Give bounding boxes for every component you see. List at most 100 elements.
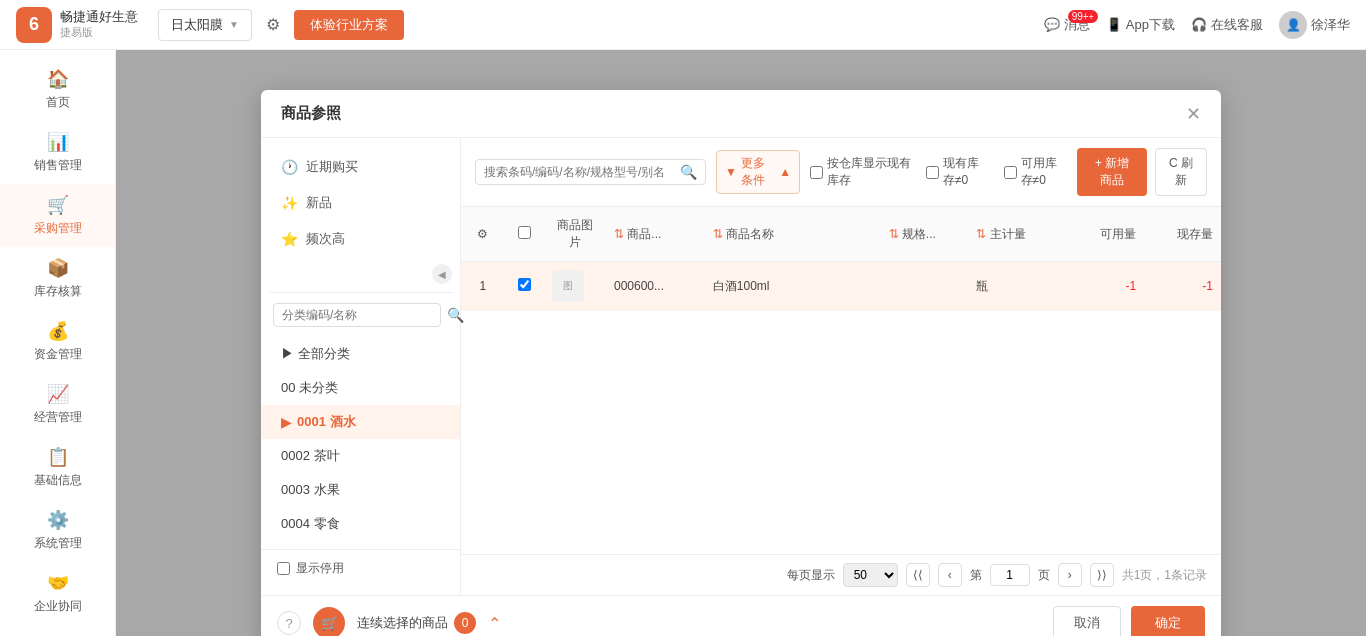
checkbox-warehouse-text: 按仓库显示现有库存	[827, 155, 912, 189]
category-item-0004[interactable]: 0004 零食	[261, 507, 460, 541]
modal-right-panel: 🔍 ▼ 更多条件 ▲ 按仓库显示现有库存	[461, 138, 1221, 595]
logo-edition: 捷易版	[60, 25, 138, 40]
col-code-header[interactable]: ⇅ 商品...	[606, 207, 705, 262]
sidebar-item-basic-info[interactable]: 📋 基础信息	[0, 436, 115, 499]
page-size-select[interactable]: 50 10 20 100	[843, 563, 898, 587]
checkbox-warehouse[interactable]	[810, 166, 823, 179]
col-stock-header[interactable]: 现存量	[1144, 207, 1221, 262]
headset-icon: 🎧	[1191, 17, 1207, 32]
row-checkbox-cell[interactable]	[505, 262, 545, 311]
more-filters-button[interactable]: ▼ 更多条件 ▲	[716, 150, 800, 194]
category-item-00[interactable]: 00 未分类	[261, 371, 460, 405]
page-prev-button[interactable]: ‹	[938, 563, 962, 587]
app-download-item[interactable]: 📱 App下载	[1106, 16, 1175, 34]
tab-recent-purchase[interactable]: 🕐 近期购买	[269, 150, 452, 184]
collapse-left-button[interactable]: ◀	[432, 264, 452, 284]
sidebar-item-inventory[interactable]: 📦 库存核算	[0, 247, 115, 310]
finance-icon: 💰	[47, 320, 69, 342]
page-next-button[interactable]: ›	[1058, 563, 1082, 587]
col-unit-label: 主计量	[990, 227, 1026, 241]
show-disabled-row: 显示停用	[261, 549, 460, 587]
system-icon: ⚙️	[47, 509, 69, 531]
page-size-label: 每页显示	[787, 567, 835, 584]
sidebar-item-procurement[interactable]: 🛒 采购管理	[0, 184, 115, 247]
category-search-input[interactable]	[273, 303, 441, 327]
user-profile-item[interactable]: 👤 徐泽华	[1279, 11, 1350, 39]
refresh-button[interactable]: C 刷新	[1155, 148, 1207, 196]
add-product-label: + 新增商品	[1091, 155, 1133, 189]
product-search-input[interactable]	[484, 165, 674, 179]
sort-icon-unit: ⇅	[976, 227, 986, 241]
col-avail-header[interactable]: 可用量	[1045, 207, 1144, 262]
tab-new-label: 新品	[306, 194, 332, 212]
sidebar-label-operations: 经营管理	[34, 409, 82, 426]
page-last-button[interactable]: ⟩⟩	[1090, 563, 1114, 587]
continuous-select-info: 连续选择的商品 0	[357, 612, 476, 634]
sidebar-item-guide[interactable]: 🎯 新手引导	[0, 625, 115, 636]
page-first-button[interactable]: ⟨⟨	[906, 563, 930, 587]
cancel-button[interactable]: 取消	[1053, 606, 1121, 636]
checkbox-stock-nonzero[interactable]	[926, 166, 939, 179]
settings-button[interactable]: ⚙	[260, 9, 286, 40]
table-row[interactable]: 1 图 000600... 白酒100ml 瓶	[461, 262, 1221, 311]
select-all-checkbox[interactable]	[518, 226, 531, 239]
col-image-label: 商品图片	[557, 218, 593, 249]
messages-nav-item[interactable]: 💬 消息 99++	[1044, 16, 1090, 34]
sidebar-item-finance[interactable]: 💰 资金管理	[0, 310, 115, 373]
footer-buttons: 取消 确定	[1053, 606, 1205, 636]
collapse-up-icon[interactable]: ⌃	[488, 614, 501, 633]
checkbox-avail-nonzero-text: 可用库存≠0	[1021, 155, 1068, 189]
category-item-0002[interactable]: 0002 茶叶	[261, 439, 460, 473]
online-service-item[interactable]: 🎧 在线客服	[1191, 16, 1263, 34]
checkbox-stock-nonzero-label[interactable]: 现有库存≠0	[926, 155, 990, 189]
modal-title: 商品参照	[281, 104, 341, 123]
product-reference-modal: 商品参照 ✕ 🕐 近期购买 ✨ 新	[261, 90, 1221, 636]
tab-high-freq[interactable]: ⭐ 频次高	[269, 222, 452, 256]
category-item-0005[interactable]: 0005 饮料	[261, 541, 460, 549]
col-gear[interactable]: ⚙	[461, 207, 505, 262]
inventory-icon: 📦	[47, 257, 69, 279]
show-disabled-checkbox[interactable]	[277, 562, 290, 575]
category-search-row: 🔍	[261, 297, 460, 333]
col-name-header[interactable]: ⇅ 商品名称	[705, 207, 881, 262]
category-item-0001[interactable]: ▶ 0001 酒水	[261, 405, 460, 439]
sidebar-label-system: 系统管理	[34, 535, 82, 552]
modal-close-button[interactable]: ✕	[1186, 105, 1201, 123]
sidebar-item-system[interactable]: ⚙️ 系统管理	[0, 499, 115, 562]
col-stock-label: 现存量	[1177, 227, 1213, 241]
confirm-button[interactable]: 确定	[1131, 606, 1205, 636]
page-total-info: 共1页，1条记录	[1122, 567, 1207, 584]
help-button[interactable]: ?	[277, 611, 301, 635]
cart-icon-button[interactable]: 🛒	[313, 607, 345, 636]
sidebar-item-operations[interactable]: 📈 经营管理	[0, 373, 115, 436]
logo-brand-name: 畅捷通好生意	[60, 9, 138, 26]
checkbox-avail-nonzero-label[interactable]: 可用库存≠0	[1004, 155, 1068, 189]
sidebar-item-sales[interactable]: 📊 销售管理	[0, 121, 115, 184]
checkbox-warehouse-label[interactable]: 按仓库显示现有库存	[810, 155, 912, 189]
category-item-all[interactable]: ▶ 全部分类	[261, 337, 460, 371]
sidebar-item-collab[interactable]: 🤝 企业协同	[0, 562, 115, 625]
company-selector[interactable]: 日太阳膜 ▼	[158, 9, 252, 41]
trial-button[interactable]: 体验行业方案	[294, 10, 404, 40]
category-item-0003[interactable]: 0003 水果	[261, 473, 460, 507]
page-number-input[interactable]	[990, 564, 1030, 586]
category-label-0002: 0002 茶叶	[281, 447, 340, 465]
sidebar: 🏠 首页 📊 销售管理 🛒 采购管理 📦 库存核算 💰 资金管理 📈 经营管理 …	[0, 50, 116, 636]
product-search-icon[interactable]: 🔍	[680, 164, 697, 180]
continuous-select-label: 连续选择的商品	[357, 614, 448, 632]
checkbox-avail-nonzero[interactable]	[1004, 166, 1017, 179]
new-icon: ✨	[281, 195, 298, 211]
basic-info-icon: 📋	[47, 446, 69, 468]
nav-right-area: 💬 消息 99++ 📱 App下载 🎧 在线客服 👤 徐泽华	[1044, 11, 1350, 39]
tab-new-product[interactable]: ✨ 新品	[269, 186, 452, 220]
sidebar-item-home[interactable]: 🏠 首页	[0, 58, 115, 121]
add-product-button[interactable]: + 新增商品	[1077, 148, 1147, 196]
col-unit-header[interactable]: ⇅ 主计量	[968, 207, 1045, 262]
product-table-container: ⚙ 商品图片 ⇅ 商品...	[461, 207, 1221, 554]
col-spec-header[interactable]: ⇅ 规格...	[881, 207, 969, 262]
selector-arrow-icon: ▼	[229, 19, 239, 30]
filter-chevron-icon: ▲	[779, 165, 791, 179]
row-checkbox[interactable]	[518, 278, 531, 291]
col-checkbox-header[interactable]	[505, 207, 545, 262]
operations-icon: 📈	[47, 383, 69, 405]
